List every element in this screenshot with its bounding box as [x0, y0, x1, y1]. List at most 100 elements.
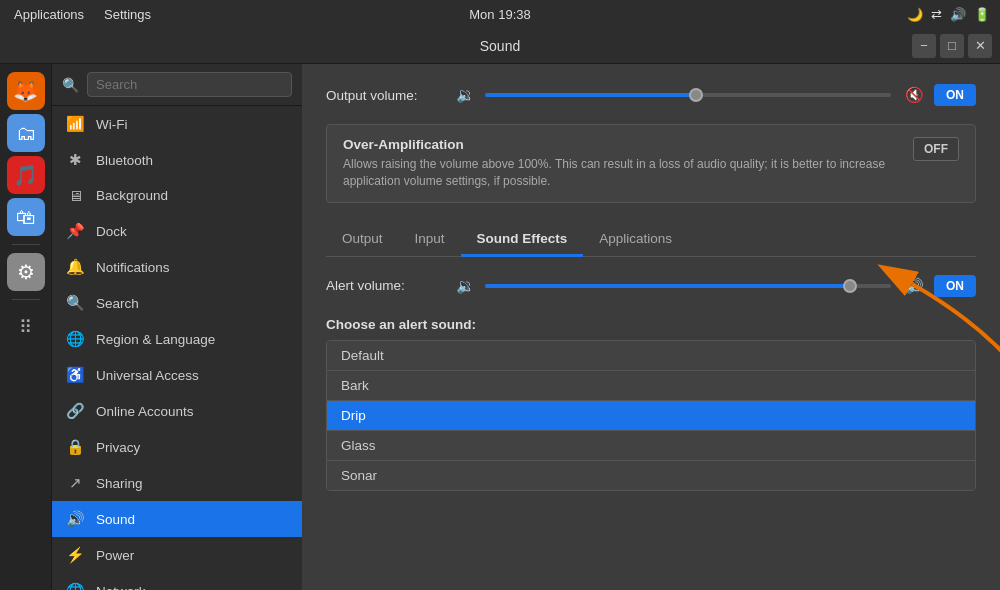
sound-icon: 🔊: [66, 510, 84, 528]
over-amp-toggle: OFF: [913, 137, 959, 161]
sound-item-glass[interactable]: Glass: [327, 431, 975, 461]
dock-firefox[interactable]: 🦊: [7, 72, 45, 110]
universal-icon: ♿: [66, 366, 84, 384]
taskbar-moon-icon: 🌙: [907, 7, 923, 22]
sidebar-item-online-accounts[interactable]: 🔗 Online Accounts: [52, 393, 302, 429]
window: Sound − □ ✕ 🦊 🗂 🎵 🛍 ⚙ ⠿ 🔍: [0, 28, 1000, 590]
dock-icon-sidebar: 📌: [66, 222, 84, 240]
tab-sound-effects[interactable]: Sound Effects: [461, 223, 584, 257]
sound-list: Default Bark Drip Glass Sonar: [326, 340, 976, 491]
tab-applications[interactable]: Applications: [583, 223, 688, 257]
sidebar-item-network[interactable]: 🌐 Network: [52, 573, 302, 590]
alert-volume-low-icon: 🔉: [456, 277, 475, 295]
sharing-icon: ↗: [66, 474, 84, 492]
sound-item-bark[interactable]: Bark: [327, 371, 975, 401]
titlebar: Sound − □ ✕: [0, 28, 1000, 64]
notifications-icon: 🔔: [66, 258, 84, 276]
output-volume-slider[interactable]: [485, 85, 891, 105]
dock-separator: [12, 244, 40, 245]
alert-toggle-button[interactable]: ON: [934, 275, 976, 297]
bluetooth-icon: ✱: [66, 151, 84, 169]
dock-store[interactable]: 🛍: [7, 198, 45, 236]
output-volume-row: Output volume: 🔉 🔇 ON: [326, 84, 976, 106]
minimize-button[interactable]: −: [912, 34, 936, 58]
output-mute-icon: 🔇: [905, 86, 924, 104]
privacy-icon: 🔒: [66, 438, 84, 456]
alert-slider-fill: [485, 284, 850, 288]
sidebar-item-label-bluetooth: Bluetooth: [96, 153, 153, 168]
power-icon: ⚡: [66, 546, 84, 564]
dock-system-settings[interactable]: ⚙: [7, 253, 45, 291]
dock-finder[interactable]: 🗂: [7, 114, 45, 152]
over-amp-title: Over-Amplification: [343, 137, 901, 152]
sidebar-search-input[interactable]: [87, 72, 292, 97]
sidebar-item-label-online-accounts: Online Accounts: [96, 404, 194, 419]
dock: 🦊 🗂 🎵 🛍 ⚙ ⠿: [0, 64, 52, 590]
alert-slider-thumb[interactable]: [843, 279, 857, 293]
over-amp-toggle-button[interactable]: OFF: [913, 137, 959, 161]
close-button[interactable]: ✕: [968, 34, 992, 58]
taskbar: Applications Settings Mon 19:38 🌙 ⇄ 🔊 🔋: [0, 0, 1000, 28]
sidebar-item-power[interactable]: ⚡ Power: [52, 537, 302, 573]
alert-mute-icon: 🔊: [905, 277, 924, 295]
taskbar-battery-icon: 🔋: [974, 7, 990, 22]
alert-sound-title: Choose an alert sound:: [326, 317, 976, 332]
alert-volume-slider[interactable]: [485, 276, 891, 296]
output-toggle-button[interactable]: ON: [934, 84, 976, 106]
sound-item-sonar[interactable]: Sonar: [327, 461, 975, 490]
sidebar-item-label-sound: Sound: [96, 512, 135, 527]
sidebar-item-label-background: Background: [96, 188, 168, 203]
output-slider-track: [485, 93, 891, 97]
sidebar-item-notifications[interactable]: 🔔 Notifications: [52, 249, 302, 285]
window-title: Sound: [480, 38, 520, 54]
sidebar-item-bluetooth[interactable]: ✱ Bluetooth: [52, 142, 302, 178]
taskbar-vol-icon: 🔊: [950, 7, 966, 22]
sidebar-item-label-wifi: Wi-Fi: [96, 117, 127, 132]
wifi-icon: 📶: [66, 115, 84, 133]
sidebar-item-region[interactable]: 🌐 Region & Language: [52, 321, 302, 357]
region-icon: 🌐: [66, 330, 84, 348]
over-amplification-box: Over-Amplification Allows raising the vo…: [326, 124, 976, 203]
taskbar-clock: Mon 19:38: [469, 7, 530, 22]
output-volume-label: Output volume:: [326, 88, 446, 103]
sidebar-item-privacy[interactable]: 🔒 Privacy: [52, 429, 302, 465]
alert-slider-track: [485, 284, 891, 288]
sidebar-item-label-region: Region & Language: [96, 332, 215, 347]
sidebar-item-sound[interactable]: 🔊 Sound: [52, 501, 302, 537]
sound-item-drip[interactable]: Drip: [327, 401, 975, 431]
over-amp-desc: Allows raising the volume above 100%. Th…: [343, 156, 901, 190]
taskbar-arrow-icon: ⇄: [931, 7, 942, 22]
online-accounts-icon: 🔗: [66, 402, 84, 420]
sidebar-item-label-dock: Dock: [96, 224, 127, 239]
dock-music[interactable]: 🎵: [7, 156, 45, 194]
sidebar-search-icon: 🔍: [62, 77, 79, 93]
sidebar-item-universal[interactable]: ♿ Universal Access: [52, 357, 302, 393]
sidebar-item-dock[interactable]: 📌 Dock: [52, 213, 302, 249]
sidebar-item-label-sharing: Sharing: [96, 476, 143, 491]
titlebar-controls: − □ ✕: [912, 34, 992, 58]
sidebar: 🔍 📶 Wi-Fi ✱ Bluetooth 🖥 Background 📌 Doc…: [52, 64, 302, 590]
dock-separator-2: [12, 299, 40, 300]
dock-grid[interactable]: ⠿: [7, 308, 45, 346]
alert-sound-section: Choose an alert sound: Default Bark Drip…: [326, 317, 976, 491]
tab-input[interactable]: Input: [399, 223, 461, 257]
output-slider-fill: [485, 93, 696, 97]
sidebar-item-label-universal: Universal Access: [96, 368, 199, 383]
search-icon: 🔍: [66, 294, 84, 312]
sidebar-item-background[interactable]: 🖥 Background: [52, 178, 302, 213]
sidebar-item-wifi[interactable]: 📶 Wi-Fi: [52, 106, 302, 142]
maximize-button[interactable]: □: [940, 34, 964, 58]
alert-volume-row: Alert volume: 🔉 🔊 ON: [326, 275, 976, 297]
taskbar-apps[interactable]: Applications: [10, 5, 88, 24]
sidebar-item-sharing[interactable]: ↗ Sharing: [52, 465, 302, 501]
sidebar-item-label-power: Power: [96, 548, 134, 563]
sidebar-item-search[interactable]: 🔍 Search: [52, 285, 302, 321]
taskbar-settings[interactable]: Settings: [100, 5, 155, 24]
tab-output[interactable]: Output: [326, 223, 399, 257]
taskbar-right: 🌙 ⇄ 🔊 🔋: [907, 7, 990, 22]
output-slider-thumb[interactable]: [689, 88, 703, 102]
main-panel: Output volume: 🔉 🔇 ON Over-Amplification…: [302, 64, 1000, 590]
sound-item-default[interactable]: Default: [327, 341, 975, 371]
sidebar-search-bar: 🔍: [52, 64, 302, 106]
sidebar-item-label-notifications: Notifications: [96, 260, 170, 275]
